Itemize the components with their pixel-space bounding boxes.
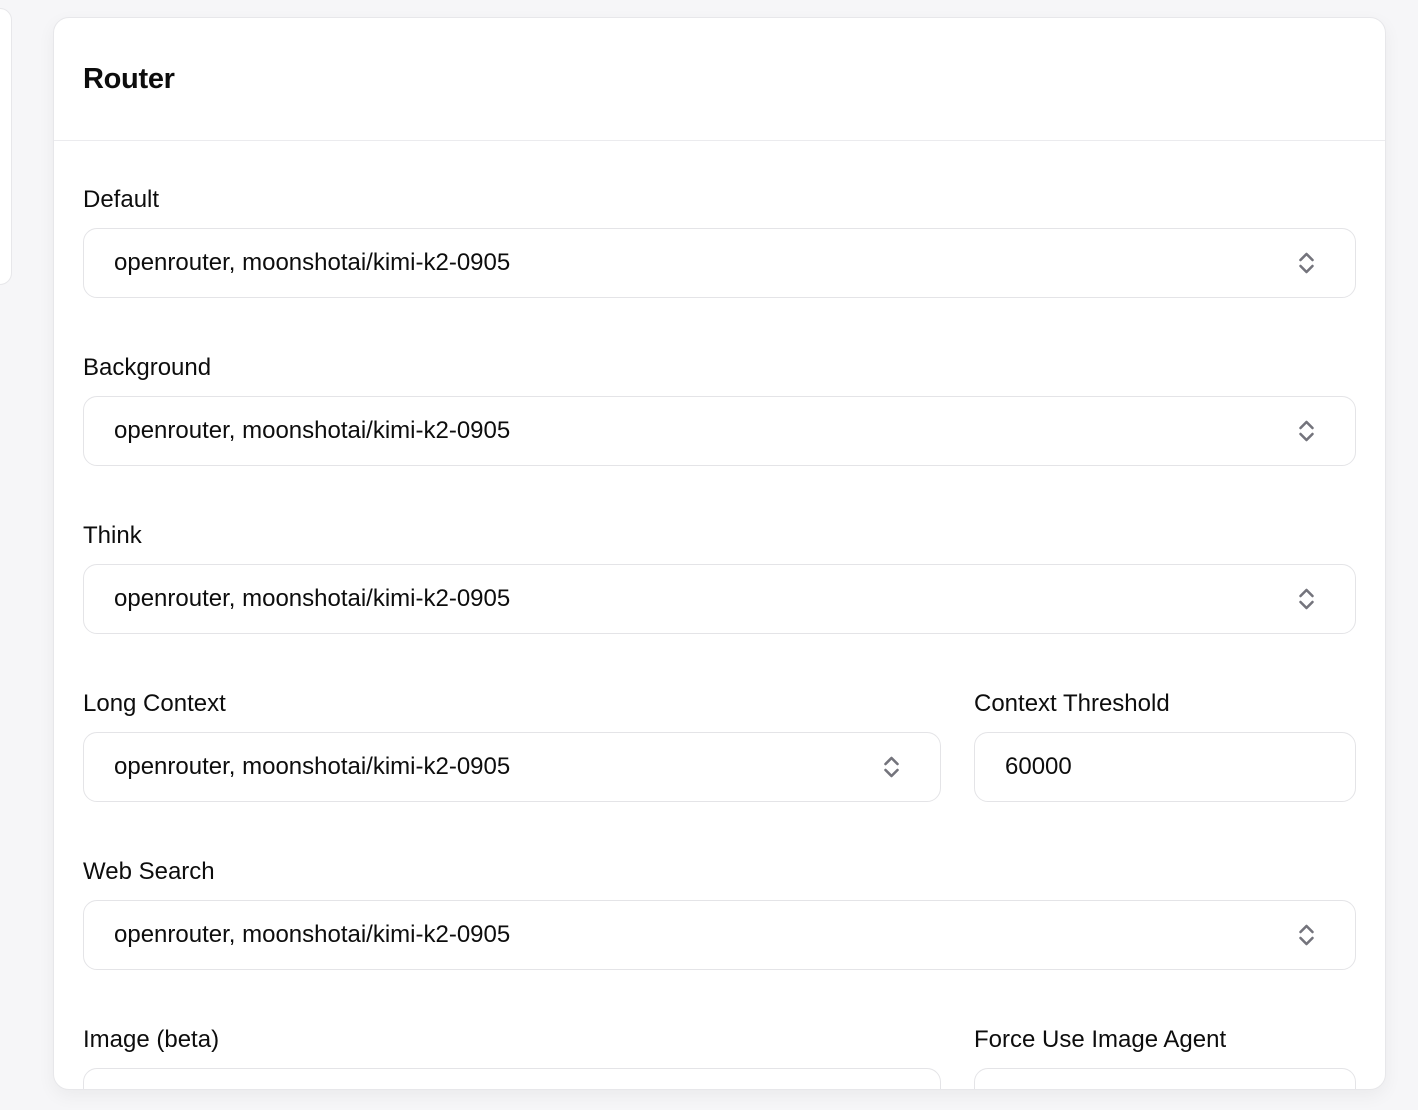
field-label-long-context: Long Context — [83, 690, 226, 717]
field-label-default: Default — [83, 186, 160, 213]
field-label-think: Think — [83, 522, 142, 549]
field-group-long-context: Long Context openrouter, moonshotai/kimi… — [83, 690, 941, 802]
web-search-model-select-value: openrouter, moonshotai/kimi-k2-0905 — [114, 921, 511, 948]
card-header: Router — [54, 18, 1385, 141]
long-context-model-select[interactable]: openrouter, moonshotai/kimi-k2-0905 — [83, 732, 941, 802]
chevron-up-down-icon — [1296, 250, 1317, 276]
page-title: Router — [83, 62, 175, 95]
adjacent-card-edge — [0, 8, 12, 285]
field-label-web-search: Web Search — [83, 858, 215, 885]
field-label-force-use-image-agent: Force Use Image Agent — [974, 1026, 1227, 1053]
chevron-up-down-icon — [1296, 418, 1317, 444]
web-search-model-select[interactable]: openrouter, moonshotai/kimi-k2-0905 — [83, 900, 1356, 970]
field-group-web-search: Web Search openrouter, moonshotai/kimi-k… — [83, 858, 1356, 970]
field-group-background: Background openrouter, moonshotai/kimi-k… — [83, 354, 1356, 466]
think-model-select-value: openrouter, moonshotai/kimi-k2-0905 — [114, 585, 511, 612]
background-model-select[interactable]: openrouter, moonshotai/kimi-k2-0905 — [83, 396, 1356, 466]
think-model-select[interactable]: openrouter, moonshotai/kimi-k2-0905 — [83, 564, 1356, 634]
field-label-context-threshold: Context Threshold — [974, 690, 1170, 717]
force-use-image-agent-input[interactable] — [974, 1068, 1356, 1089]
default-model-select-value: openrouter, moonshotai/kimi-k2-0905 — [114, 249, 511, 276]
field-row-long-context: Long Context openrouter, moonshotai/kimi… — [83, 690, 1356, 802]
chevron-up-down-icon — [1296, 586, 1317, 612]
router-settings-card: Router Default openrouter, moonshotai/ki… — [53, 17, 1386, 1090]
field-group-force-use-image-agent: Force Use Image Agent — [974, 1026, 1356, 1089]
field-group-think: Think openrouter, moonshotai/kimi-k2-090… — [83, 522, 1356, 634]
default-model-select[interactable]: openrouter, moonshotai/kimi-k2-0905 — [83, 228, 1356, 298]
field-group-default: Default openrouter, moonshotai/kimi-k2-0… — [83, 186, 1356, 298]
field-group-image: Image (beta) — [83, 1026, 941, 1089]
image-model-select[interactable] — [83, 1068, 941, 1089]
chevron-up-down-icon — [881, 754, 902, 780]
background-model-select-value: openrouter, moonshotai/kimi-k2-0905 — [114, 417, 511, 444]
long-context-model-select-value: openrouter, moonshotai/kimi-k2-0905 — [114, 753, 511, 780]
card-body: Default openrouter, moonshotai/kimi-k2-0… — [54, 141, 1385, 1089]
field-group-context-threshold: Context Threshold — [974, 690, 1356, 802]
context-threshold-input[interactable] — [974, 732, 1356, 802]
field-row-image: Image (beta) Force Use Image Agent — [83, 1026, 1356, 1089]
field-label-background: Background — [83, 354, 212, 381]
field-label-image-beta: Image (beta) — [83, 1026, 220, 1053]
chevron-up-down-icon — [1296, 922, 1317, 948]
